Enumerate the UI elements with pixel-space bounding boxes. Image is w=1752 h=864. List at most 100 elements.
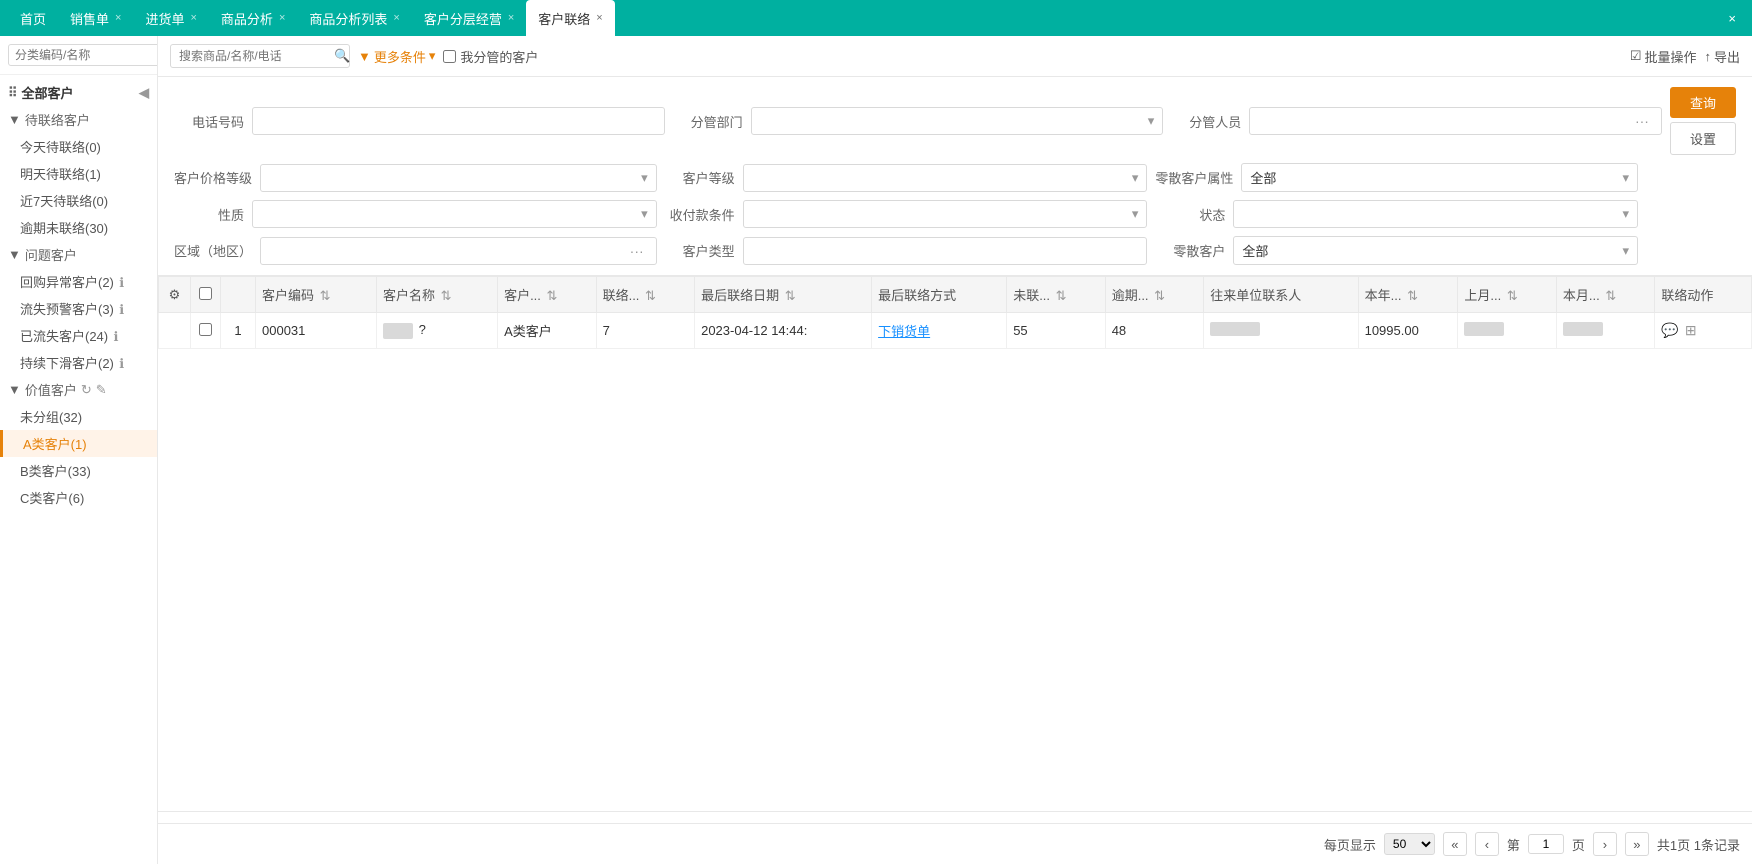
setting-button[interactable]: 设置	[1670, 122, 1736, 155]
nav-customer-contact[interactable]: 客户联络 ×	[526, 0, 614, 36]
col-code-header[interactable]: 客户编码 ⇅	[256, 277, 377, 313]
nav-product-analysis[interactable]: 商品分析 ×	[209, 0, 297, 36]
col-this-year-header[interactable]: 本年... ⇅	[1358, 277, 1458, 313]
sidebar-item-declining[interactable]: 持续下滑客户(2) ℹ	[0, 349, 157, 376]
last-date-sort-icon[interactable]: ⇅	[785, 288, 796, 303]
close-segment-tab[interactable]: ×	[508, 12, 514, 24]
no-contact-sort-icon[interactable]: ⇅	[1056, 288, 1067, 303]
row-last-method[interactable]: 下销货单	[872, 313, 1007, 349]
qr-icon[interactable]: ⊞	[1685, 322, 1697, 339]
export-btn[interactable]: ↑ 导出	[1704, 47, 1740, 66]
horizontal-scrollbar[interactable]	[158, 811, 1752, 823]
last-page-btn[interactable]: »	[1625, 832, 1649, 856]
row-code[interactable]: 000031	[256, 313, 377, 349]
sidebar-item-class-c[interactable]: C类客户(6)	[0, 484, 157, 511]
page-input[interactable]	[1528, 834, 1564, 854]
batch-operation-btn[interactable]: ☑ 批量操作	[1630, 47, 1697, 66]
gear-icon[interactable]: ⚙	[169, 287, 181, 302]
sidebar-item-overdue[interactable]: 逾期未联络(30)	[0, 214, 157, 241]
close-window-button[interactable]: ×	[1720, 7, 1744, 30]
manager-dots[interactable]: ···	[1631, 113, 1653, 129]
col-last-date-header[interactable]: 最后联络日期 ⇅	[695, 277, 872, 313]
sidebar-item-class-a[interactable]: A类客户(1)	[0, 430, 157, 457]
status-label: 状态	[1155, 205, 1225, 224]
manager-select[interactable]: ···	[1249, 107, 1662, 135]
first-page-btn[interactable]: «	[1443, 832, 1467, 856]
refresh-icon[interactable]: ↻	[81, 382, 92, 398]
sidebar-item-class-b[interactable]: B类客户(33)	[0, 457, 157, 484]
my-customers-check[interactable]	[443, 50, 456, 63]
close-contact-tab[interactable]: ×	[596, 12, 602, 24]
col-type-header[interactable]: 客户... ⇅	[498, 277, 597, 313]
edit-icon[interactable]: ✎	[96, 382, 107, 398]
sidebar-item-today[interactable]: 今天待联络(0)	[0, 133, 157, 160]
type-sort-icon[interactable]: ⇅	[547, 288, 558, 303]
col-contact-header[interactable]: 联络... ⇅	[596, 277, 695, 313]
sidebar-item-ungrouped[interactable]: 未分组(32)	[0, 403, 157, 430]
nav-customer-segment[interactable]: 客户分层经营 ×	[412, 0, 526, 36]
casual-attr-select[interactable]: 全部 ▾	[1241, 163, 1638, 192]
section-problem-customers[interactable]: ▼ 问题客户	[0, 241, 157, 268]
query-button[interactable]: 查询	[1670, 87, 1736, 118]
region-dots[interactable]: ···	[626, 243, 648, 259]
col-name-header[interactable]: 客户名称 ⇅	[377, 277, 498, 313]
status-select[interactable]: ▾	[1233, 200, 1638, 228]
name-sort-icon[interactable]: ⇅	[441, 288, 452, 303]
sidebar-item-churn-warning[interactable]: 流失预警客户(3) ℹ	[0, 295, 157, 322]
close-sales-tab[interactable]: ×	[115, 12, 121, 24]
col-gear-header[interactable]: ⚙	[159, 277, 191, 313]
payment-select[interactable]: ▾	[743, 200, 1148, 228]
sidebar-item-tomorrow[interactable]: 明天待联络(1)	[0, 160, 157, 187]
close-product-analysis-tab[interactable]: ×	[279, 12, 285, 24]
collapse-sidebar-btn[interactable]: ◀	[139, 85, 149, 101]
overdue-sort-icon[interactable]: ⇅	[1154, 288, 1165, 303]
row-checkbox[interactable]	[199, 323, 212, 336]
section-pending-contact[interactable]: ▼ 待联络客户	[0, 106, 157, 133]
sidebar-search-input[interactable]	[8, 44, 158, 66]
col-no-contact-header[interactable]: 未联... ⇅	[1007, 277, 1106, 313]
close-product-list-tab[interactable]: ×	[393, 12, 399, 24]
col-check-header[interactable]	[191, 277, 221, 313]
col-last-method-header[interactable]: 最后联络方式	[872, 277, 1007, 313]
message-icon[interactable]: 💬	[1661, 322, 1678, 339]
more-filters-btn[interactable]: ▼ 更多条件 ▾	[358, 47, 435, 66]
dept-select[interactable]: ▾	[751, 107, 1164, 135]
customer-level-select[interactable]: ▾	[743, 164, 1148, 192]
price-level-select[interactable]: ▾	[260, 164, 657, 192]
phone-input[interactable]	[252, 107, 665, 135]
row-check[interactable]	[191, 313, 221, 349]
next-page-btn[interactable]: ›	[1593, 832, 1617, 856]
sidebar-all-customers[interactable]: ⠿ 全部客户 ◀	[0, 75, 157, 106]
main-search-icon[interactable]: 🔍	[334, 48, 350, 64]
customer-type-input[interactable]	[743, 237, 1148, 265]
nav-purchase[interactable]: 进货单 ×	[133, 0, 208, 36]
section-value-customers[interactable]: ▼ 价值客户 ↻ ✎	[0, 376, 157, 403]
sidebar-item-7days[interactable]: 近7天待联络(0)	[0, 187, 157, 214]
sidebar-item-abnormal[interactable]: 回购异常客户(2) ℹ	[0, 268, 157, 295]
select-all-checkbox[interactable]	[199, 287, 212, 300]
prev-page-btn[interactable]: ‹	[1475, 832, 1499, 856]
main-search-input[interactable]	[179, 49, 334, 63]
page-label: 第	[1507, 835, 1520, 854]
col-last-month-header[interactable]: 上月... ⇅	[1458, 277, 1557, 313]
row-name[interactable]: ?	[377, 313, 498, 349]
this-month-sort-icon[interactable]: ⇅	[1605, 288, 1616, 303]
contact-sort-icon[interactable]: ⇅	[645, 288, 656, 303]
per-page-select[interactable]: 50 100 200	[1384, 833, 1435, 855]
this-year-sort-icon[interactable]: ⇅	[1407, 288, 1418, 303]
close-purchase-tab[interactable]: ×	[190, 12, 196, 24]
nav-product-analysis-list[interactable]: 商品分析列表 ×	[297, 0, 411, 36]
col-overdue-header[interactable]: 逾期... ⇅	[1105, 277, 1204, 313]
sidebar-item-churned[interactable]: 已流失客户(24) ℹ	[0, 322, 157, 349]
col-this-month-header[interactable]: 本月... ⇅	[1556, 277, 1655, 313]
last-month-sort-icon[interactable]: ⇅	[1507, 288, 1518, 303]
region-select[interactable]: ···	[260, 237, 657, 265]
nature-select[interactable]: ▾	[252, 200, 657, 228]
info-icon-abnormal: ℹ	[119, 275, 124, 290]
nav-sales[interactable]: 销售单 ×	[58, 0, 133, 36]
casual-customer-select[interactable]: 全部 ▾	[1233, 236, 1638, 265]
my-customers-checkbox[interactable]: 我分管的客户	[443, 47, 538, 66]
code-sort-icon[interactable]: ⇅	[320, 288, 331, 303]
nav-home[interactable]: 首页	[8, 0, 58, 36]
col-prev-contact-header[interactable]: 往来单位联系人	[1204, 277, 1358, 313]
